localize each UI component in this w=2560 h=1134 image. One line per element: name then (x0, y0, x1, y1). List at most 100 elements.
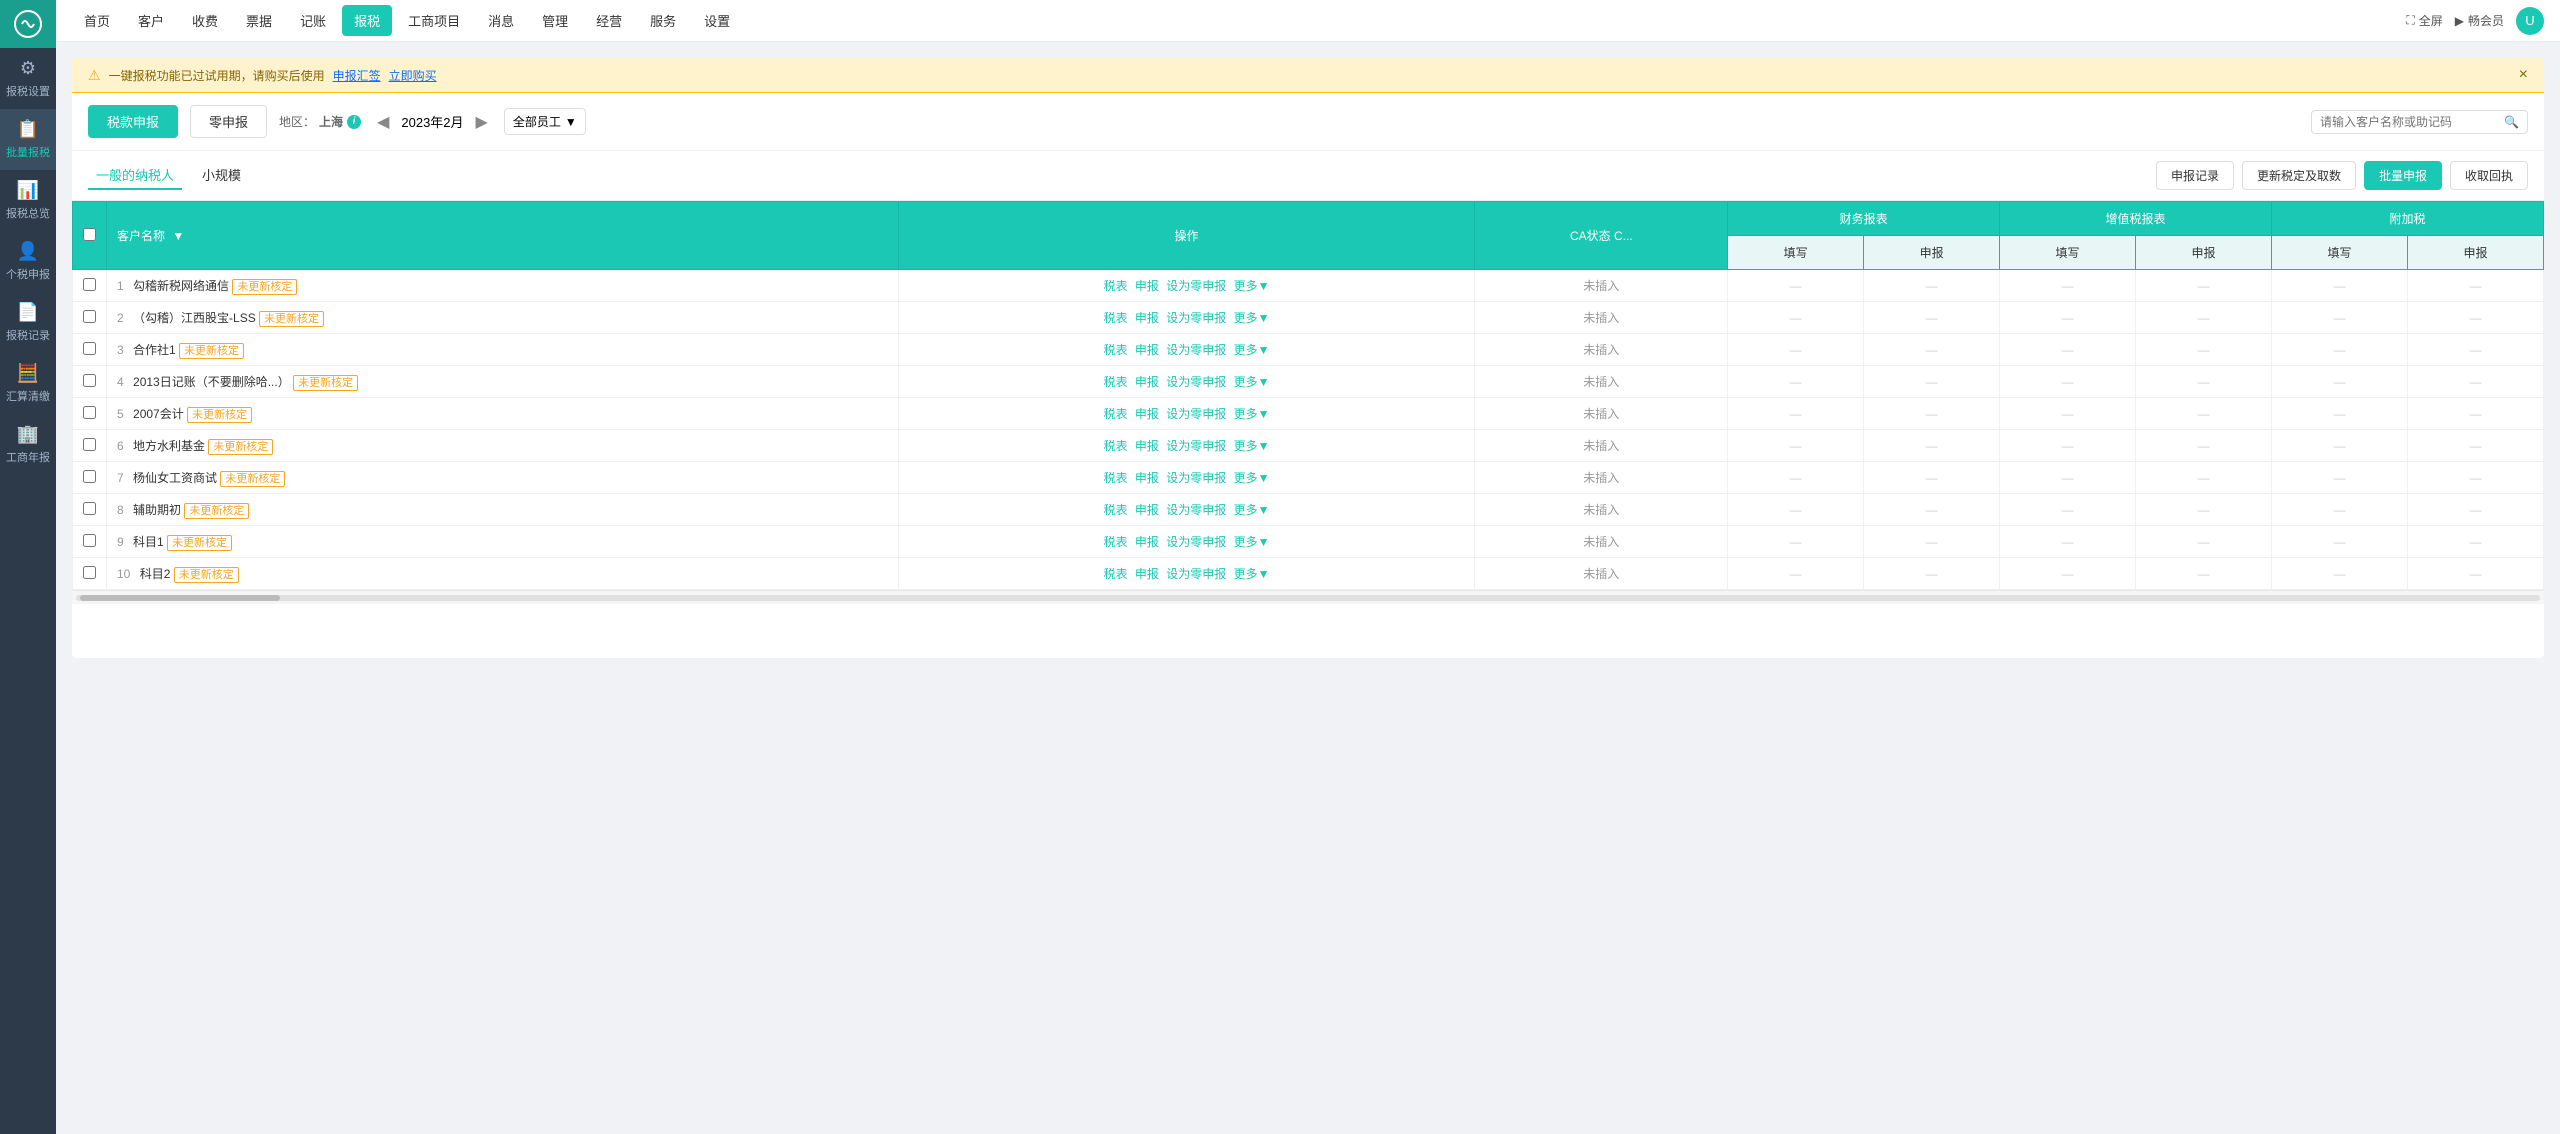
select-all-checkbox[interactable] (83, 228, 96, 241)
tab-zero-declaration[interactable]: 零申报 (190, 105, 267, 138)
more-button[interactable]: 更多▼ (1232, 405, 1272, 422)
buy-link[interactable]: 立即购买 (389, 67, 437, 84)
declare-button[interactable]: 申报 (1133, 341, 1161, 358)
overview-icon: 📊 (17, 180, 39, 201)
nav-business[interactable]: 工商项目 (396, 5, 472, 36)
declare-button[interactable]: 申报 (1133, 533, 1161, 550)
row-checkbox[interactable] (83, 310, 96, 323)
tab-tax-declaration[interactable]: 税款申报 (88, 105, 178, 138)
row-checkbox[interactable] (83, 406, 96, 419)
nav-service[interactable]: 服务 (638, 5, 688, 36)
more-button[interactable]: 更多▼ (1232, 565, 1272, 582)
set-zero-button[interactable]: 设为零申报 (1164, 469, 1228, 486)
tax-table-button[interactable]: 税表 (1102, 405, 1130, 422)
tax-table-button[interactable]: 税表 (1102, 309, 1130, 326)
row-checkbox[interactable] (83, 502, 96, 515)
nav-tax[interactable]: 报税 (342, 5, 392, 36)
customer-name: 地方水利基金 (133, 439, 205, 453)
sort-icon[interactable]: ▼ (172, 229, 184, 243)
action-buttons: 申报记录 更新税定及取数 批量申报 收取回执 (2156, 161, 2528, 190)
nav-operation[interactable]: 经营 (584, 5, 634, 36)
member-button[interactable]: ▶ 畅会员 (2455, 12, 2504, 29)
row-checkbox[interactable] (83, 374, 96, 387)
fullscreen-button[interactable]: ⛶ 全屏 (2406, 12, 2442, 29)
set-zero-button[interactable]: 设为零申报 (1164, 341, 1228, 358)
nav-message[interactable]: 消息 (476, 5, 526, 36)
row-checkbox[interactable] (83, 342, 96, 355)
row-number: 10 (117, 567, 130, 581)
tab-general-taxpayer[interactable]: 一般的纳税人 (88, 161, 182, 190)
sidebar-item-individual-tax[interactable]: 👤 个税申报 (0, 231, 56, 292)
next-month-button[interactable]: ▶ (472, 112, 492, 132)
row-checkbox[interactable] (83, 566, 96, 579)
nav-home[interactable]: 首页 (72, 5, 122, 36)
declare-button[interactable]: 申报 (1133, 501, 1161, 518)
retrieve-receipt-button[interactable]: 收取回执 (2450, 161, 2528, 190)
batch-declaration-button[interactable]: 批量申报 (2364, 161, 2442, 190)
nav-accounting[interactable]: 记账 (288, 5, 338, 36)
tax-table-button[interactable]: 税表 (1102, 437, 1130, 454)
nav-manage[interactable]: 管理 (530, 5, 580, 36)
declare-button[interactable]: 申报 (1133, 565, 1161, 582)
more-button[interactable]: 更多▼ (1232, 277, 1272, 294)
sidebar-item-calculation[interactable]: 🧮 汇算清缴 (0, 353, 56, 414)
set-zero-button[interactable]: 设为零申报 (1164, 533, 1228, 550)
set-zero-button[interactable]: 设为零申报 (1164, 373, 1228, 390)
tab-small-scale[interactable]: 小规模 (194, 161, 249, 190)
sidebar-item-tax-overview[interactable]: 📊 报税总览 (0, 170, 56, 231)
sidebar-item-batch-tax[interactable]: 📋 批量报税 (0, 109, 56, 170)
declare-button[interactable]: 申报 (1133, 437, 1161, 454)
financial-fill-cell: — (1728, 526, 1864, 558)
tax-fill-header: 填写 (2000, 236, 2136, 270)
nav-customer[interactable]: 客户 (126, 5, 176, 36)
prev-month-button[interactable]: ◀ (373, 112, 393, 132)
member-icon: ▶ (2455, 14, 2464, 28)
building-icon: 🏢 (17, 424, 39, 445)
nav-invoice[interactable]: 票据 (234, 5, 284, 36)
declare-button[interactable]: 申报 (1133, 469, 1161, 486)
sidebar-item-tax-records[interactable]: 📄 报税记录 (0, 292, 56, 353)
horizontal-scrollbar[interactable] (72, 590, 2544, 604)
more-button[interactable]: 更多▼ (1232, 373, 1272, 390)
more-button[interactable]: 更多▼ (1232, 341, 1272, 358)
declare-button[interactable]: 申报 (1133, 405, 1161, 422)
row-checkbox[interactable] (83, 534, 96, 547)
more-button[interactable]: 更多▼ (1232, 309, 1272, 326)
row-checkbox[interactable] (83, 438, 96, 451)
set-zero-button[interactable]: 设为零申报 (1164, 277, 1228, 294)
declare-button[interactable]: 申报 (1133, 309, 1161, 326)
tax-table-button[interactable]: 税表 (1102, 565, 1130, 582)
set-zero-button[interactable]: 设为零申报 (1164, 565, 1228, 582)
apply-link[interactable]: 申报汇签 (333, 67, 381, 84)
tax-table-button[interactable]: 税表 (1102, 373, 1130, 390)
set-zero-button[interactable]: 设为零申报 (1164, 309, 1228, 326)
nav-settings[interactable]: 设置 (692, 5, 742, 36)
tax-table-button[interactable]: 税表 (1102, 469, 1130, 486)
tax-table-button[interactable]: 税表 (1102, 533, 1130, 550)
row-checkbox[interactable] (83, 470, 96, 483)
more-button[interactable]: 更多▼ (1232, 533, 1272, 550)
search-icon[interactable]: 🔍 (2504, 115, 2519, 129)
tax-table-button[interactable]: 税表 (1102, 341, 1130, 358)
avatar[interactable]: U (2516, 7, 2544, 35)
employee-select[interactable]: 全部员工 ▼ (504, 108, 586, 135)
sidebar-item-tax-settings[interactable]: ⚙ 报税设置 (0, 48, 56, 109)
set-zero-button[interactable]: 设为零申报 (1164, 501, 1228, 518)
tax-table-button[interactable]: 税表 (1102, 277, 1130, 294)
nav-billing[interactable]: 收费 (180, 5, 230, 36)
more-button[interactable]: 更多▼ (1232, 501, 1272, 518)
tax-table-button[interactable]: 税表 (1102, 501, 1130, 518)
update-tax-button[interactable]: 更新税定及取数 (2242, 161, 2356, 190)
search-input[interactable] (2320, 115, 2500, 129)
row-checkbox[interactable] (83, 278, 96, 291)
banner-close-button[interactable]: × (2519, 66, 2528, 84)
declaration-records-button[interactable]: 申报记录 (2156, 161, 2234, 190)
more-button[interactable]: 更多▼ (1232, 469, 1272, 486)
declare-button[interactable]: 申报 (1133, 373, 1161, 390)
set-zero-button[interactable]: 设为零申报 (1164, 405, 1228, 422)
declare-button[interactable]: 申报 (1133, 277, 1161, 294)
more-button[interactable]: 更多▼ (1232, 437, 1272, 454)
set-zero-button[interactable]: 设为零申报 (1164, 437, 1228, 454)
sidebar-item-business-annual[interactable]: 🏢 工商年报 (0, 414, 56, 475)
scroll-thumb[interactable] (80, 595, 280, 601)
